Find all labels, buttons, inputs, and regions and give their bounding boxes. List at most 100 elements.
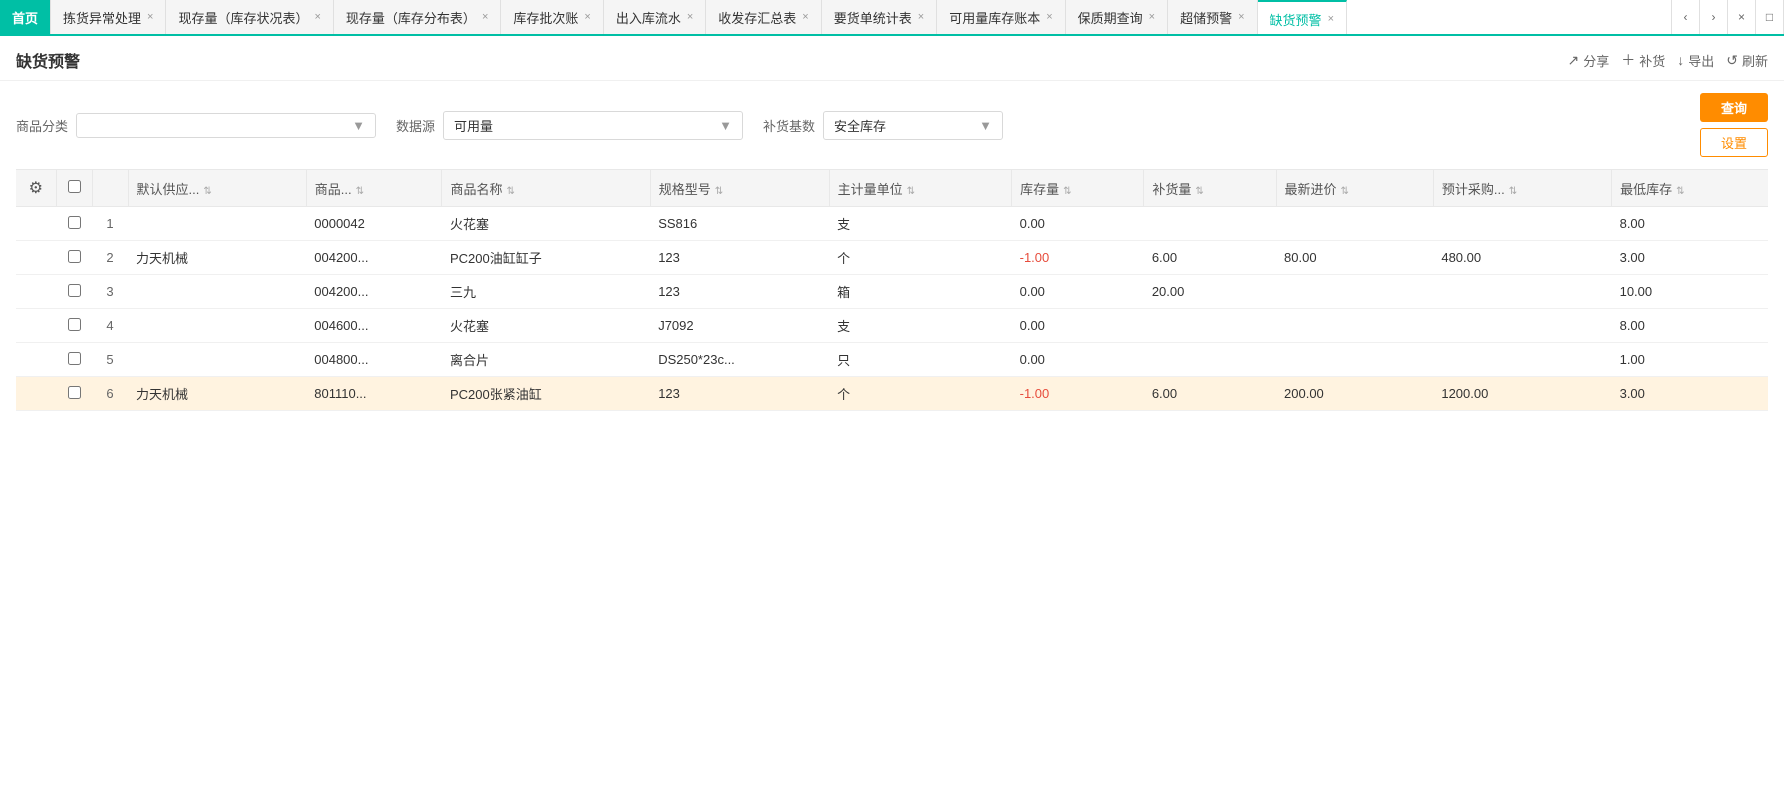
- replenish-base-arrow: ▼: [979, 118, 992, 133]
- query-button[interactable]: 查询: [1700, 93, 1768, 122]
- tab-close-stock-dist[interactable]: ×: [482, 11, 488, 23]
- tab-item-shortage[interactable]: 缺货预警 ×: [1258, 0, 1347, 36]
- row-spec-3: J7092: [650, 309, 829, 343]
- tab-item-stock-status[interactable]: 现存量（库存状况表）×: [166, 0, 333, 35]
- row-checkbox-4[interactable]: [68, 352, 81, 365]
- replenish-base-label: 补货基数: [763, 116, 815, 135]
- tab-item-stock-dist[interactable]: 现存量（库存分布表）×: [334, 0, 501, 35]
- tab-item-available[interactable]: 可用量库存账本×: [937, 0, 1065, 35]
- tab-close-all[interactable]: ×: [1728, 0, 1756, 35]
- row-num-2: 3: [92, 275, 128, 309]
- sort-supplier-icon[interactable]: ⇅: [203, 186, 211, 197]
- row-num-3: 4: [92, 309, 128, 343]
- row-supplier-1: 力天机械: [128, 241, 306, 275]
- row-checkbox-0[interactable]: [68, 216, 81, 229]
- row-checkbox-1[interactable]: [68, 250, 81, 263]
- row-checkbox-cell-0: [56, 207, 92, 241]
- th-supplier: 默认供应...⇅: [128, 170, 306, 207]
- sort-name-icon[interactable]: ⇅: [506, 186, 514, 197]
- tab-item-requisition[interactable]: 要货单统计表×: [822, 0, 937, 35]
- tab-label-shortage: 缺货预警: [1270, 10, 1322, 29]
- row-unit-5: 个: [829, 377, 1011, 411]
- row-checkbox-cell-1: [56, 241, 92, 275]
- tab-close-stock-status[interactable]: ×: [314, 11, 320, 23]
- row-unit-0: 支: [829, 207, 1011, 241]
- tab-close-collect[interactable]: ×: [802, 11, 808, 23]
- row-supplier-5: 力天机械: [128, 377, 306, 411]
- datasource-value: 可用量: [454, 116, 493, 135]
- row-settings-4: [16, 343, 56, 377]
- row-spec-2: 123: [650, 275, 829, 309]
- row-est-3: [1433, 309, 1611, 343]
- sort-spec-icon[interactable]: ⇅: [715, 186, 723, 197]
- sort-est-icon[interactable]: ⇅: [1509, 186, 1517, 197]
- row-num-4: 5: [92, 343, 128, 377]
- tab-maximize[interactable]: □: [1756, 0, 1784, 35]
- tab-close-batch[interactable]: ×: [584, 11, 590, 23]
- tab-scroll-right[interactable]: ›: [1700, 0, 1728, 35]
- sort-min-icon[interactable]: ⇅: [1676, 186, 1684, 197]
- share-button[interactable]: ↗ 分享: [1567, 51, 1609, 70]
- th-product-code: 商品...⇅: [306, 170, 442, 207]
- row-name-1: PC200油缸缸子: [442, 241, 650, 275]
- tab-close-overstock[interactable]: ×: [1238, 11, 1244, 23]
- sort-replenish-icon[interactable]: ⇅: [1195, 186, 1203, 197]
- th-stock-qty: 库存量⇅: [1012, 170, 1144, 207]
- tab-item-batch[interactable]: 库存批次账 ×: [501, 0, 603, 35]
- row-est-5: 1200.00: [1433, 377, 1611, 411]
- select-all-checkbox[interactable]: [68, 180, 81, 193]
- tab-item-expiry[interactable]: 保质期查询×: [1066, 0, 1168, 35]
- row-spec-5: 123: [650, 377, 829, 411]
- tab-item-overstock[interactable]: 超储预警 ×: [1168, 0, 1257, 35]
- tab-item-inout[interactable]: 出入库流水×: [604, 0, 706, 35]
- row-code-5: 801110...: [306, 377, 442, 411]
- category-label: 商品分类: [16, 116, 68, 135]
- category-select[interactable]: ▼: [76, 113, 376, 138]
- row-checkbox-5[interactable]: [68, 386, 81, 399]
- tab-label-abnormal: 拣货异常处理: [63, 8, 141, 27]
- tab-scroll-left[interactable]: ‹: [1672, 0, 1700, 35]
- replenish-base-select[interactable]: 安全库存 ▼: [823, 111, 1003, 140]
- th-spec: 规格型号⇅: [650, 170, 829, 207]
- row-min-stock-5: 3.00: [1612, 377, 1768, 411]
- row-replenish-5: 6.00: [1144, 377, 1276, 411]
- row-settings-2: [16, 275, 56, 309]
- row-stock-0: 0.00: [1012, 207, 1144, 241]
- tab-label-overstock: 超储预警: [1180, 8, 1232, 27]
- tab-item-collect[interactable]: 收发存汇总表×: [706, 0, 821, 35]
- row-code-4: 004800...: [306, 343, 442, 377]
- datasource-select[interactable]: 可用量 ▼: [443, 111, 743, 140]
- sort-code-icon[interactable]: ⇅: [356, 186, 364, 197]
- row-replenish-4: [1144, 343, 1276, 377]
- row-checkbox-3[interactable]: [68, 318, 81, 331]
- export-button[interactable]: ↓ 导出: [1677, 51, 1714, 70]
- row-est-4: [1433, 343, 1611, 377]
- row-settings-0: [16, 207, 56, 241]
- row-stock-5: -1.00: [1012, 377, 1144, 411]
- tab-item-abnormal[interactable]: 拣货异常处理 ×: [51, 0, 166, 35]
- tab-close-abnormal[interactable]: ×: [147, 11, 153, 23]
- row-unit-1: 个: [829, 241, 1011, 275]
- row-est-2: [1433, 275, 1611, 309]
- tab-item-home[interactable]: 首页: [0, 0, 51, 35]
- tab-close-expiry[interactable]: ×: [1149, 11, 1155, 23]
- row-settings-1: [16, 241, 56, 275]
- settings-button[interactable]: 设置: [1700, 128, 1768, 157]
- row-code-2: 004200...: [306, 275, 442, 309]
- table-row: 2 力天机械 004200... PC200油缸缸子 123 个 -1.00 6…: [16, 241, 1768, 275]
- sort-stock-icon[interactable]: ⇅: [1063, 186, 1071, 197]
- row-checkbox-cell-3: [56, 309, 92, 343]
- replenish-button[interactable]: ＋ 补货: [1621, 50, 1665, 70]
- settings-gear-icon[interactable]: ⚙: [29, 180, 43, 197]
- tab-label-batch: 库存批次账: [513, 8, 578, 27]
- tab-close-requisition[interactable]: ×: [918, 11, 924, 23]
- sort-price-icon[interactable]: ⇅: [1341, 186, 1349, 197]
- sort-unit-icon[interactable]: ⇅: [907, 186, 915, 197]
- th-latest-price: 最新进价⇅: [1276, 170, 1433, 207]
- row-checkbox-2[interactable]: [68, 284, 81, 297]
- refresh-button[interactable]: ↺ 刷新: [1726, 51, 1768, 70]
- row-min-stock-3: 8.00: [1612, 309, 1768, 343]
- tab-close-inout[interactable]: ×: [687, 11, 693, 23]
- tab-close-shortage[interactable]: ×: [1328, 13, 1334, 25]
- tab-close-available[interactable]: ×: [1046, 11, 1052, 23]
